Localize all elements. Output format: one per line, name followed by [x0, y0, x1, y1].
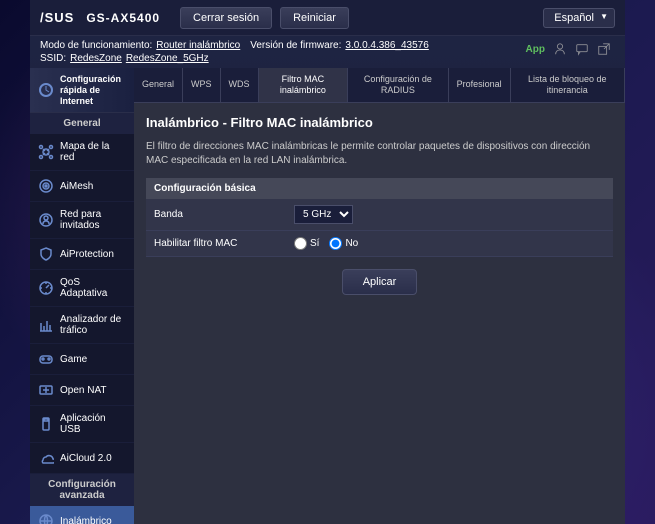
tab-radius[interactable]: Configuración de RADIUS — [348, 68, 448, 102]
sidebar-item-label: Mapa de la red — [60, 141, 126, 163]
sidebar-item-aimesh[interactable]: AiMesh — [30, 171, 134, 202]
band-select[interactable]: 5 GHz — [294, 205, 353, 224]
enable-yes[interactable]: Sí — [294, 237, 319, 250]
tab-wps[interactable]: WPS — [183, 68, 221, 102]
band-label: Banda — [154, 209, 294, 220]
sidebar-item-label: QoS Adaptativa — [60, 277, 126, 299]
external-icon[interactable] — [597, 42, 611, 56]
sidebar-item-label: AiCloud 2.0 — [60, 453, 112, 464]
sidebar-item-label: Game — [60, 354, 87, 365]
enable-no[interactable]: No — [329, 237, 358, 250]
tab-professional[interactable]: Profesional — [449, 68, 511, 102]
info-bar: Modo de funcionamiento: Router inalámbri… — [30, 36, 625, 68]
tab-wds[interactable]: WDS — [221, 68, 259, 102]
usb-icon — [38, 416, 54, 432]
fw-value[interactable]: 3.0.0.4.386_43576 — [345, 40, 428, 51]
network-map-icon — [38, 144, 54, 160]
sidebar-item-qos[interactable]: QoS Adaptativa — [30, 270, 134, 307]
panel-title: Inalámbrico - Filtro MAC inalámbrico — [146, 115, 613, 130]
sidebar-item-aiprotection[interactable]: AiProtection — [30, 239, 134, 270]
brand-logo: /SUS — [40, 10, 74, 25]
sidebar-item-label: AiProtection — [60, 249, 114, 260]
tabs: GeneralWPSWDSFiltro MAC inalámbricoConfi… — [134, 68, 625, 103]
aicloud-icon — [38, 450, 54, 466]
ssid-2[interactable]: RedesZone_5GHz — [126, 53, 209, 64]
language-select[interactable]: Español — [543, 8, 615, 28]
enable-label: Habilitar filtro MAC — [154, 238, 294, 249]
panel: Inalámbrico - Filtro MAC inalámbrico El … — [134, 103, 625, 524]
sidebar-item-label: Aplicación USB — [60, 413, 126, 435]
mode-label: Modo de funcionamiento: — [40, 40, 152, 51]
fw-label: Versión de firmware: — [250, 40, 341, 51]
logout-button[interactable]: Cerrar sesión — [180, 7, 272, 29]
topbar: /SUS GS-AX5400 Cerrar sesión Reiniciar E… — [30, 0, 625, 36]
sidebar-item-opennat[interactable]: Open NAT — [30, 375, 134, 406]
section-general: General — [30, 113, 134, 134]
guest-icon — [38, 212, 54, 228]
traffic-icon — [38, 317, 54, 333]
sidebar-item-label: Open NAT — [60, 385, 107, 396]
tab-general[interactable]: General — [134, 68, 183, 102]
section-advanced: Configuración avanzada — [30, 474, 134, 506]
sidebar-item-aicloud[interactable]: AiCloud 2.0 — [30, 443, 134, 474]
sidebar-item-game[interactable]: Game — [30, 344, 134, 375]
sidebar-item-label: Inalámbrico — [60, 516, 112, 524]
sidebar-item-label: Analizador de tráfico — [60, 314, 126, 336]
sidebar-item-guest[interactable]: Red para invitados — [30, 202, 134, 239]
wireless-icon — [38, 513, 54, 524]
sidebar-item-wireless[interactable]: Inalámbrico — [30, 506, 134, 524]
quick-setup-button[interactable]: Configuración rápida de Internet — [30, 68, 134, 113]
aiprotection-icon — [38, 246, 54, 262]
section-basic: Configuración básica — [146, 178, 613, 199]
sidebar-item-label: AiMesh — [60, 181, 93, 192]
sidebar-item-network-map[interactable]: Mapa de la red — [30, 134, 134, 171]
sidebar-item-traffic[interactable]: Analizador de tráfico — [30, 307, 134, 344]
ssid-1[interactable]: RedesZone — [70, 53, 122, 64]
sidebar-item-label: Red para invitados — [60, 209, 126, 231]
quick-setup-label: Configuración rápida de Internet — [60, 74, 126, 106]
sidebar: Configuración rápida de Internet General… — [30, 68, 134, 524]
mode-value[interactable]: Router inalámbrico — [156, 40, 240, 51]
panel-desc: El filtro de direcciones MAC inalámbrica… — [146, 140, 613, 168]
aimesh-icon — [38, 178, 54, 194]
sidebar-item-usb[interactable]: Aplicación USB — [30, 406, 134, 443]
user-icon[interactable] — [553, 42, 567, 56]
ssid-label: SSID: — [40, 53, 66, 64]
feedback-icon[interactable] — [575, 42, 589, 56]
game-icon — [38, 351, 54, 367]
apply-button[interactable]: Aplicar — [342, 269, 418, 295]
tab-macfilter[interactable]: Filtro MAC inalámbrico — [259, 68, 349, 102]
reboot-button[interactable]: Reiniciar — [280, 7, 349, 29]
app-link[interactable]: App — [526, 44, 545, 55]
qos-icon — [38, 280, 54, 296]
tab-roaming[interactable]: Lista de bloqueo de itinerancia — [511, 68, 625, 102]
opennat-icon — [38, 382, 54, 398]
model-name: GS-AX5400 — [86, 11, 160, 25]
